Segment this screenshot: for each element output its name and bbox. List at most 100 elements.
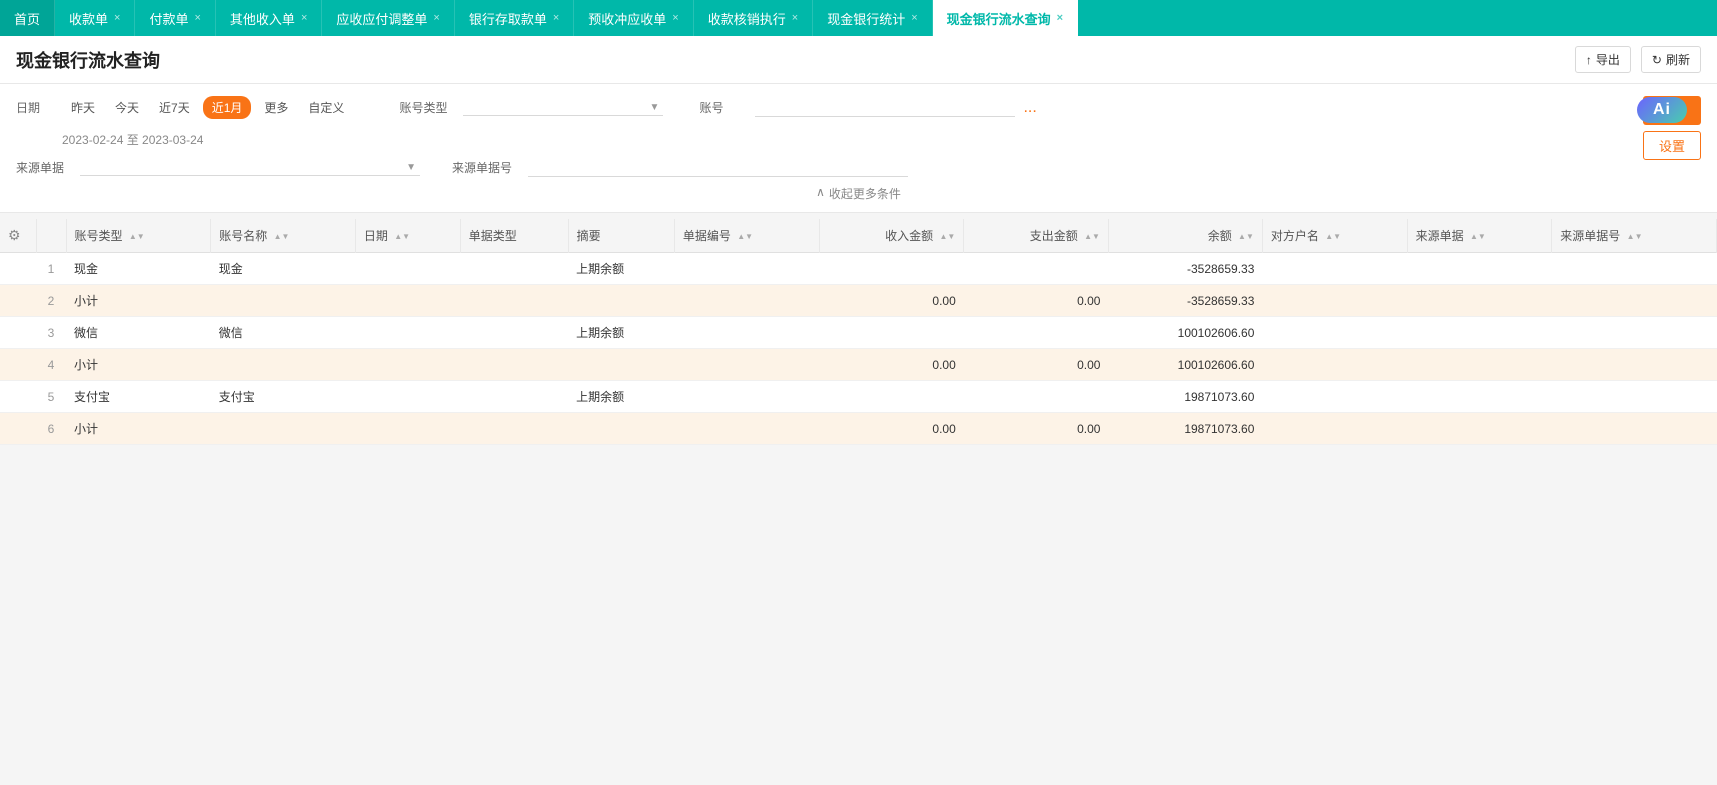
cell-doc-number bbox=[674, 317, 819, 349]
close-icon[interactable]: × bbox=[433, 12, 439, 24]
col-counterparty[interactable]: 对方户名 ▲▼ bbox=[1262, 219, 1407, 253]
col-summary[interactable]: 摘要 bbox=[568, 219, 674, 253]
cell-doc-number bbox=[674, 285, 819, 317]
cell-summary: 上期余额 bbox=[568, 253, 674, 285]
cell-balance: 19871073.60 bbox=[1108, 381, 1262, 413]
table-row[interactable]: 4 小计 0.00 0.00 100102606.60 bbox=[0, 349, 1717, 381]
nav-label: 其他收入单 bbox=[230, 9, 295, 28]
data-table: ⚙ 账号类型 ▲▼ 账号名称 ▲▼ 日期 ▲▼ 单据类型 bbox=[0, 219, 1717, 445]
dots-icon[interactable]: ... bbox=[1023, 99, 1036, 117]
collapse-bar[interactable]: ∧ 收起更多条件 bbox=[16, 181, 1701, 204]
col-source-doc-num[interactable]: 来源单据号 ▲▼ bbox=[1552, 219, 1717, 253]
cell-balance: 19871073.60 bbox=[1108, 413, 1262, 445]
date-btn-yesterday[interactable]: 昨天 bbox=[64, 96, 102, 119]
date-btn-today[interactable]: 今天 bbox=[108, 96, 146, 119]
source-doc-num-label: 来源单据号 bbox=[452, 159, 512, 176]
nav-item-receipts[interactable]: 收款单 × bbox=[55, 0, 135, 36]
cell-counterparty bbox=[1262, 381, 1407, 413]
col-income[interactable]: 收入金额 ▲▼ bbox=[819, 219, 964, 253]
date-btn-custom[interactable]: 自定义 bbox=[301, 96, 351, 119]
collapse-label: 收起更多条件 bbox=[829, 185, 901, 202]
cell-doc-type bbox=[460, 349, 568, 381]
close-icon[interactable]: × bbox=[553, 12, 559, 24]
col-doc-type[interactable]: 单据类型 bbox=[460, 219, 568, 253]
source-doc-num-input[interactable] bbox=[528, 158, 908, 177]
cell-gear bbox=[0, 349, 36, 381]
settings-button[interactable]: 设置 bbox=[1643, 131, 1701, 160]
nav-item-other-income[interactable]: 其他收入单 × bbox=[216, 0, 322, 36]
source-doc-select[interactable]: ▼ bbox=[80, 160, 420, 176]
cell-expense: 0.00 bbox=[964, 349, 1109, 381]
account-type-select[interactable]: ▼ bbox=[463, 100, 663, 116]
table-row[interactable]: 1 现金 现金 上期余额 -3528659.33 bbox=[0, 253, 1717, 285]
refresh-icon: ↻ bbox=[1652, 53, 1662, 67]
account-label: 账号 bbox=[699, 99, 739, 116]
table-area: ⚙ 账号类型 ▲▼ 账号名称 ▲▼ 日期 ▲▼ 单据类型 bbox=[0, 219, 1717, 445]
cell-source-doc-num bbox=[1552, 349, 1717, 381]
col-expense[interactable]: 支出金额 ▲▼ bbox=[964, 219, 1109, 253]
col-account-name[interactable]: 账号名称 ▲▼ bbox=[211, 219, 356, 253]
nav-label: 收款核销执行 bbox=[708, 9, 786, 28]
cell-doc-type bbox=[460, 413, 568, 445]
cell-source-doc bbox=[1407, 349, 1552, 381]
col-balance[interactable]: 余额 ▲▼ bbox=[1108, 219, 1262, 253]
col-gear[interactable]: ⚙ bbox=[0, 219, 36, 253]
date-btn-1month[interactable]: 近1月 bbox=[203, 96, 252, 119]
sort-icon: ▲▼ bbox=[1470, 233, 1486, 241]
nav-item-bank-deposit[interactable]: 银行存取款单 × bbox=[455, 0, 574, 36]
cell-balance: 100102606.60 bbox=[1108, 349, 1262, 381]
export-icon: ↑ bbox=[1586, 53, 1592, 67]
cell-summary bbox=[568, 413, 674, 445]
close-icon[interactable]: × bbox=[911, 12, 917, 24]
refresh-label: 刷新 bbox=[1666, 51, 1690, 68]
close-icon[interactable]: × bbox=[301, 12, 307, 24]
cell-income bbox=[819, 253, 964, 285]
nav-item-stats[interactable]: 现金银行统计 × bbox=[813, 0, 932, 36]
date-btn-7days[interactable]: 近7天 bbox=[152, 96, 197, 119]
nav-item-ar-ap[interactable]: 应收应付调整单 × bbox=[322, 0, 454, 36]
nav-item-flow-query[interactable]: 现金银行流水查询 × bbox=[933, 0, 1078, 36]
cell-idx: 2 bbox=[36, 285, 66, 317]
close-icon[interactable]: × bbox=[194, 12, 200, 24]
date-btn-more[interactable]: 更多 bbox=[257, 96, 295, 119]
refresh-button[interactable]: ↻ 刷新 bbox=[1641, 46, 1701, 73]
cell-idx: 5 bbox=[36, 381, 66, 413]
cell-source-doc-num bbox=[1552, 253, 1717, 285]
close-icon[interactable]: × bbox=[1057, 12, 1063, 24]
cell-date bbox=[355, 413, 460, 445]
chevron-down-icon: ▼ bbox=[406, 162, 416, 173]
nav-home[interactable]: 首页 bbox=[0, 0, 55, 36]
ai-badge[interactable]: Ai bbox=[1637, 97, 1687, 123]
sort-icon: ▲▼ bbox=[274, 233, 290, 241]
nav-item-payments[interactable]: 付款单 × bbox=[135, 0, 215, 36]
cell-account-type: 小计 bbox=[66, 413, 211, 445]
col-date[interactable]: 日期 ▲▼ bbox=[355, 219, 460, 253]
nav-item-collection[interactable]: 收款核销执行 × bbox=[694, 0, 813, 36]
cell-idx: 4 bbox=[36, 349, 66, 381]
table-row[interactable]: 2 小计 0.00 0.00 -3528659.33 bbox=[0, 285, 1717, 317]
col-source-doc[interactable]: 来源单据 ▲▼ bbox=[1407, 219, 1552, 253]
table-row[interactable]: 6 小计 0.00 0.00 19871073.60 bbox=[0, 413, 1717, 445]
cell-doc-type bbox=[460, 285, 568, 317]
nav-item-advance[interactable]: 预收冲应收单 × bbox=[574, 0, 693, 36]
export-button[interactable]: ↑ 导出 bbox=[1575, 46, 1631, 73]
cell-account-name: 微信 bbox=[211, 317, 356, 349]
cell-source-doc-num bbox=[1552, 381, 1717, 413]
close-icon[interactable]: × bbox=[792, 12, 798, 24]
date-shortcuts: 昨天 今天 近7天 近1月 更多 自定义 bbox=[64, 96, 351, 119]
cell-date bbox=[355, 381, 460, 413]
table-row[interactable]: 5 支付宝 支付宝 上期余额 19871073.60 bbox=[0, 381, 1717, 413]
table-row[interactable]: 3 微信 微信 上期余额 100102606.60 bbox=[0, 317, 1717, 349]
account-input[interactable] bbox=[755, 98, 1015, 117]
nav-home-label: 首页 bbox=[14, 9, 40, 28]
cell-account-type: 小计 bbox=[66, 285, 211, 317]
filter-row-1: 日期 昨天 今天 近7天 近1月 更多 自定义 账号类型 ▼ 账号 ... bbox=[16, 96, 1627, 119]
col-doc-number[interactable]: 单据编号 ▲▼ bbox=[674, 219, 819, 253]
sort-icon: ▲▼ bbox=[129, 233, 145, 241]
close-icon[interactable]: × bbox=[672, 12, 678, 24]
gear-icon[interactable]: ⚙ bbox=[8, 227, 21, 243]
export-label: 导出 bbox=[1596, 51, 1620, 68]
source-doc-label: 来源单据 bbox=[16, 159, 64, 176]
close-icon[interactable]: × bbox=[114, 12, 120, 24]
col-account-type[interactable]: 账号类型 ▲▼ bbox=[66, 219, 211, 253]
